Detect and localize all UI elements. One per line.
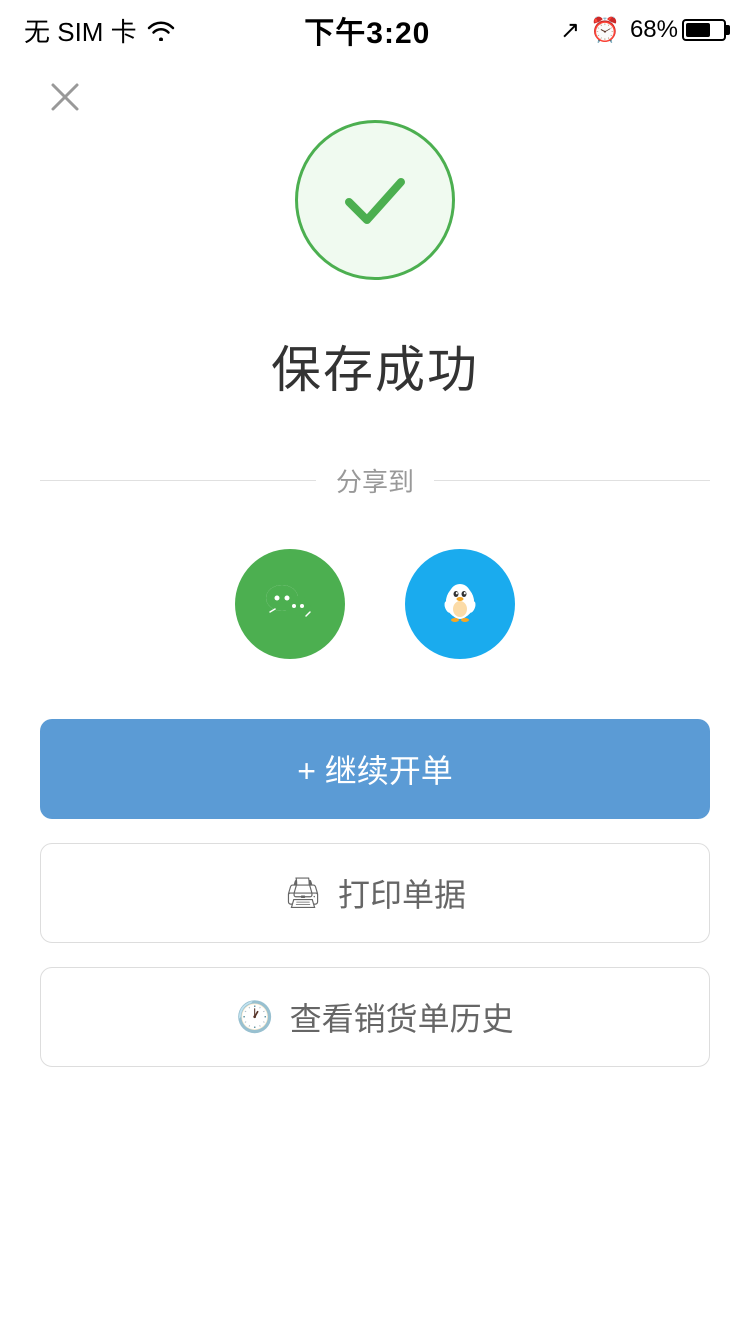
qq-share-button[interactable] bbox=[405, 549, 515, 659]
alarm-icon: ⏰ bbox=[590, 16, 620, 45]
history-button[interactable]: 🕐 查看销货单历史 bbox=[40, 967, 710, 1067]
battery-bar bbox=[682, 19, 726, 41]
share-label: 分享到 bbox=[316, 462, 434, 499]
checkmark-icon bbox=[335, 160, 415, 240]
history-label: 查看销货单历史 bbox=[290, 994, 514, 1040]
wechat-share-button[interactable] bbox=[235, 549, 345, 659]
status-time: 下午3:20 bbox=[304, 8, 430, 52]
history-icon: 🕐 bbox=[236, 1000, 273, 1035]
print-label: 打印单据 bbox=[338, 870, 466, 916]
qq-icon bbox=[430, 574, 490, 634]
share-section: 分享到 bbox=[0, 462, 750, 659]
battery-fill bbox=[686, 23, 710, 37]
print-icon: 🖨 bbox=[284, 876, 322, 911]
location-icon: ↗ bbox=[560, 16, 580, 45]
status-bar: 无 SIM 卡 下午3:20 ↗ ⏰ 68% bbox=[0, 0, 750, 60]
carrier-label: 无 SIM 卡 bbox=[24, 12, 137, 49]
close-button[interactable] bbox=[40, 72, 90, 122]
share-divider: 分享到 bbox=[40, 462, 710, 499]
success-title: 保存成功 bbox=[271, 330, 479, 402]
wifi-icon bbox=[147, 19, 175, 41]
status-right: ↗ ⏰ 68% bbox=[560, 16, 726, 45]
status-left: 无 SIM 卡 bbox=[24, 12, 175, 49]
print-button[interactable]: 🖨 打印单据 bbox=[40, 843, 710, 943]
wechat-icon bbox=[260, 574, 320, 634]
close-icon bbox=[47, 79, 83, 115]
battery-percent: 68% bbox=[630, 16, 678, 44]
share-icons bbox=[40, 549, 710, 659]
battery-indicator: 68% bbox=[630, 16, 726, 44]
main-content: 保存成功 分享到 bbox=[0, 60, 750, 1067]
success-circle bbox=[295, 120, 455, 280]
actions-section: + 继续开单 🖨 打印单据 🕐 查看销货单历史 bbox=[0, 719, 750, 1067]
continue-button[interactable]: + 继续开单 bbox=[40, 719, 710, 819]
